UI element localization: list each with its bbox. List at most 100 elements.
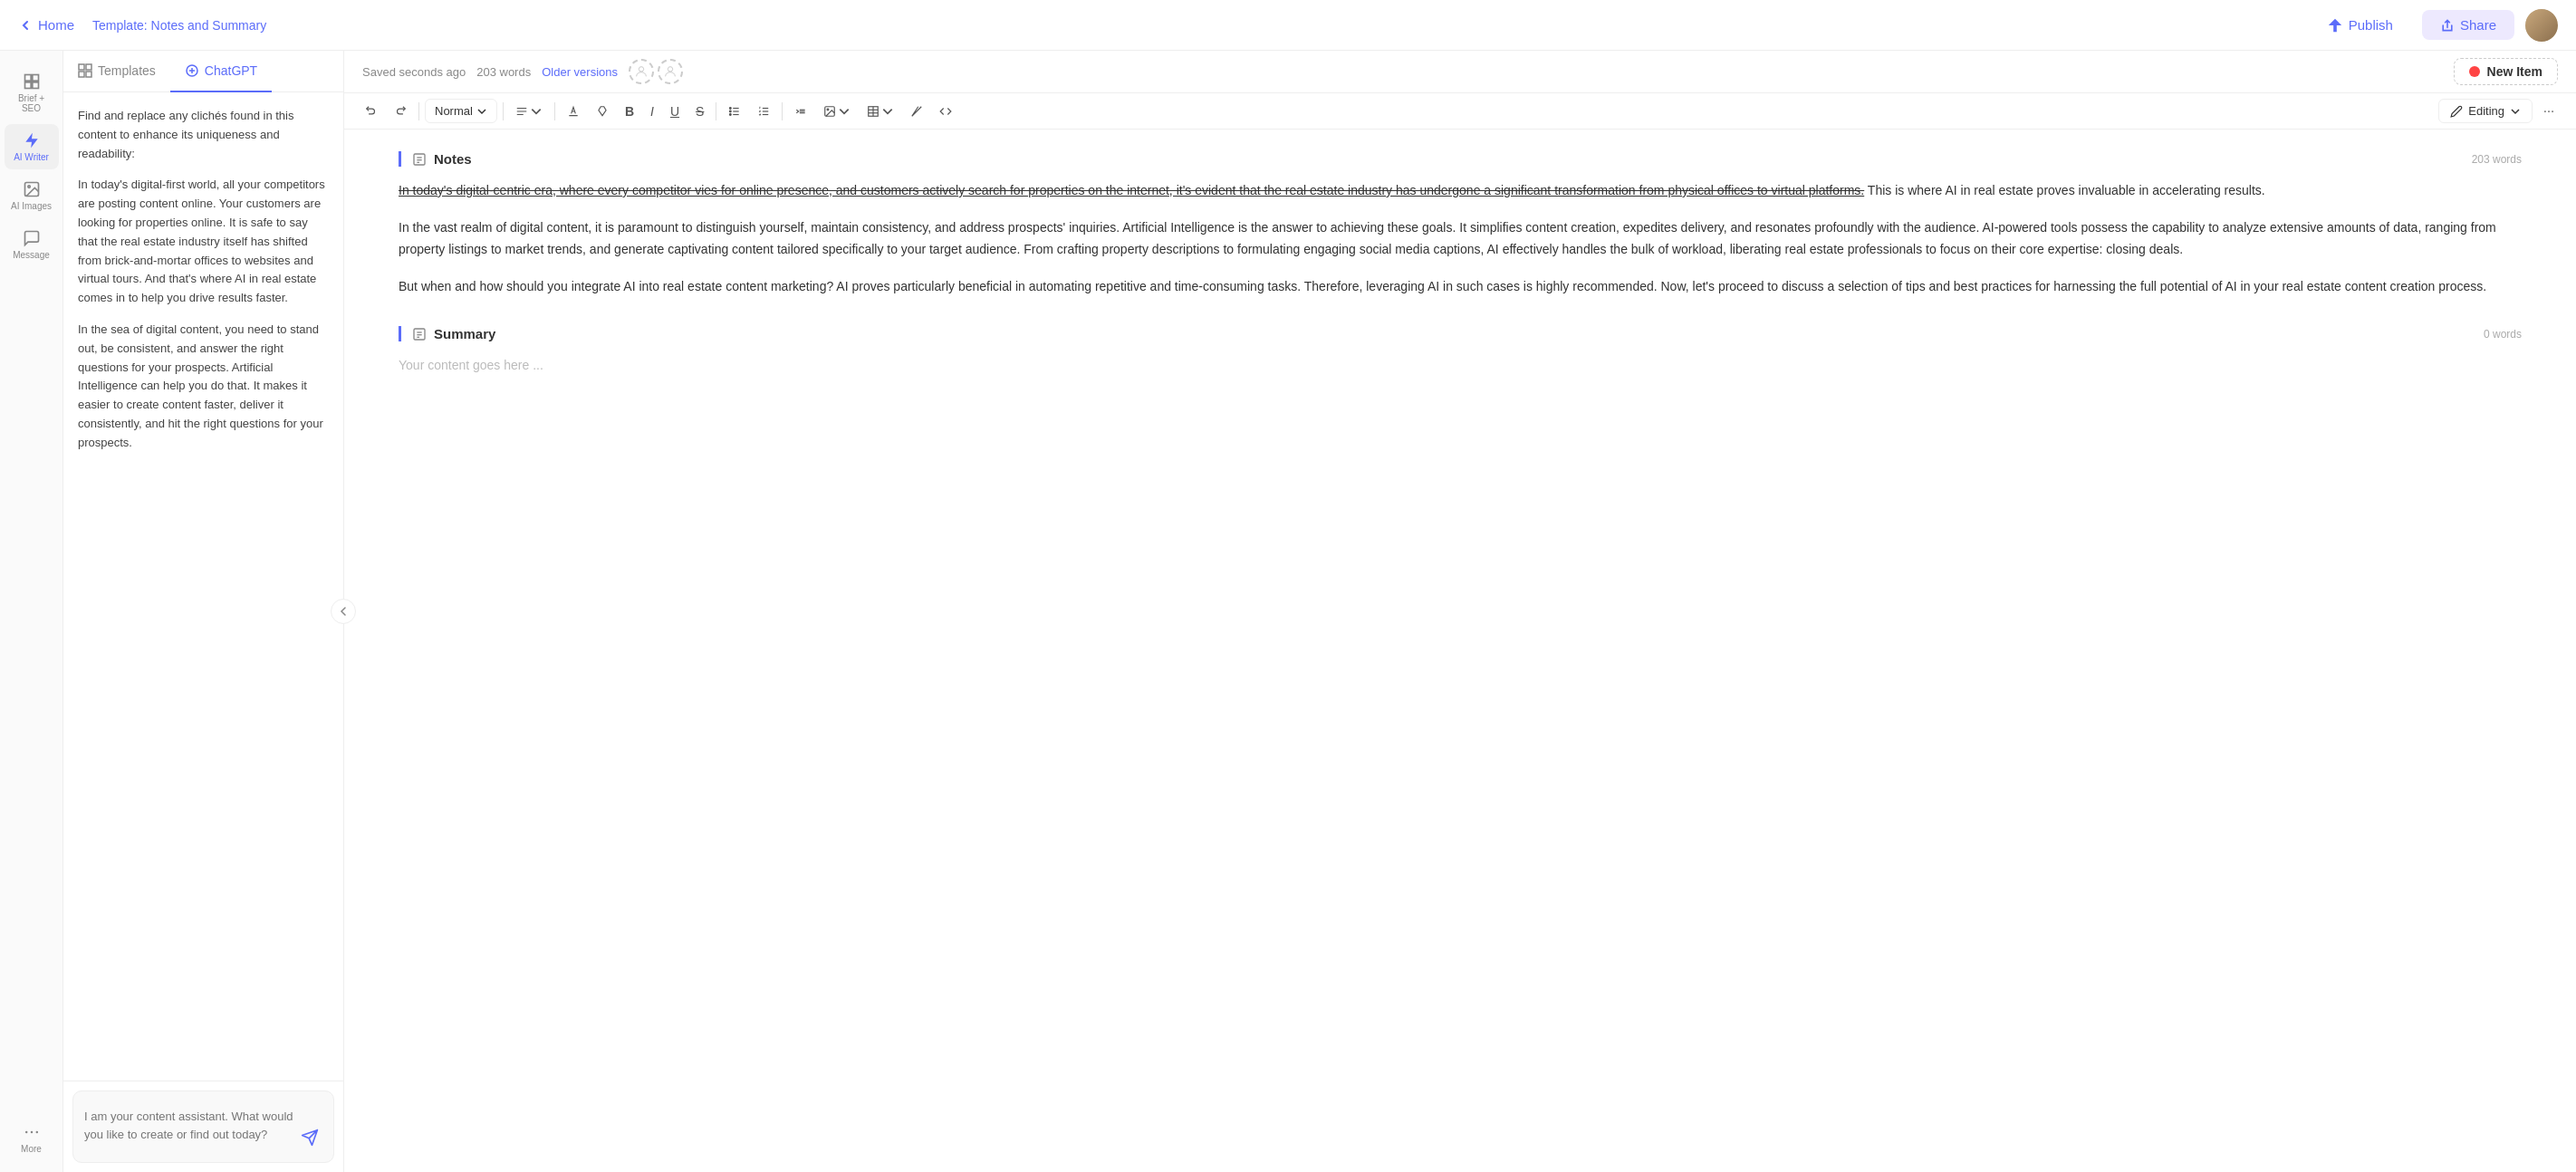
panel-paragraph-2: In the sea of digital content, you need … bbox=[78, 321, 329, 453]
sidebar-item-ai-images[interactable]: AI Images bbox=[5, 173, 59, 218]
share-button[interactable]: Share bbox=[2422, 10, 2514, 40]
notes-paragraph-2[interactable]: But when and how should you integrate AI… bbox=[399, 275, 2522, 298]
topbar-right: Publish Share bbox=[2309, 9, 2558, 42]
editing-mode-selector[interactable]: Editing bbox=[2438, 99, 2533, 123]
summary-placeholder[interactable]: Your content goes here ... bbox=[399, 354, 2522, 377]
template-label: Template: Notes and Summary bbox=[92, 18, 266, 33]
user-ghost-icon bbox=[634, 64, 649, 79]
notes-paragraph-0-normal-text: This is where AI in real estate proves i… bbox=[1868, 183, 2265, 197]
older-versions-link[interactable]: Older versions bbox=[542, 65, 618, 79]
notes-paragraph-0[interactable]: In today's digital-centric era, where ev… bbox=[399, 179, 2522, 202]
sidebar-item-brief-seo[interactable]: Brief + SEO bbox=[5, 65, 59, 120]
panel-collapse-button[interactable] bbox=[331, 599, 356, 624]
panel-paragraph-1: In today's digital-first world, all your… bbox=[78, 176, 329, 308]
sidebar-item-ai-images-label: AI Images bbox=[11, 201, 52, 211]
summary-section: Summary 0 words Your content goes here .… bbox=[399, 326, 2522, 377]
chevron-down-table-icon bbox=[881, 105, 894, 118]
more-options-button[interactable] bbox=[2536, 101, 2562, 122]
more-icon bbox=[23, 1123, 41, 1141]
tab-chatgpt[interactable]: ChatGPT bbox=[170, 51, 272, 92]
tab-templates[interactable]: Templates bbox=[63, 51, 170, 92]
notes-word-count: 203 words bbox=[2472, 153, 2522, 166]
avatar[interactable] bbox=[2525, 9, 2558, 42]
svg-point-31 bbox=[827, 109, 829, 110]
svg-rect-3 bbox=[24, 82, 31, 89]
summary-section-header: Summary 0 words bbox=[399, 326, 2522, 341]
chat-send-button[interactable] bbox=[297, 1125, 322, 1153]
share-icon bbox=[2440, 18, 2455, 33]
main-layout: Brief + SEO AI Writer AI Images Message … bbox=[0, 51, 2576, 1172]
clear-format-icon bbox=[910, 105, 923, 118]
bold-button[interactable]: B bbox=[619, 100, 640, 123]
undo-icon bbox=[365, 105, 378, 118]
code-button[interactable] bbox=[933, 101, 958, 122]
style-selector[interactable]: Normal bbox=[425, 99, 497, 123]
svg-point-36 bbox=[2544, 110, 2546, 112]
svg-point-8 bbox=[24, 1131, 27, 1134]
chat-input-area bbox=[63, 1081, 343, 1172]
highlight-icon bbox=[596, 105, 609, 118]
align-icon bbox=[515, 105, 528, 118]
svg-point-10 bbox=[35, 1131, 38, 1134]
chevron-down-align-icon bbox=[530, 105, 543, 118]
ordered-list-button[interactable] bbox=[751, 101, 776, 122]
lightning-icon bbox=[23, 131, 41, 149]
highlight-button[interactable] bbox=[590, 101, 615, 122]
sidebar-item-more-label: More bbox=[21, 1144, 42, 1154]
image-icon bbox=[23, 180, 41, 198]
notes-paragraph-1[interactable]: In the vast realm of digital content, it… bbox=[399, 216, 2522, 261]
tab-chatgpt-label: ChatGPT bbox=[205, 63, 257, 78]
user-avatar-ghost-1 bbox=[629, 59, 654, 84]
sidebar-item-more[interactable]: More bbox=[5, 1116, 59, 1161]
svg-rect-1 bbox=[24, 75, 31, 82]
divider-5 bbox=[782, 102, 783, 120]
new-item-button[interactable]: New Item bbox=[2454, 58, 2558, 85]
bullet-list-button[interactable] bbox=[722, 101, 747, 122]
formatting-toolbar: Normal B I U S bbox=[344, 93, 2576, 130]
svg-rect-12 bbox=[86, 64, 91, 70]
sidebar-item-ai-writer[interactable]: AI Writer bbox=[5, 124, 59, 169]
sidebar-item-message[interactable]: Message bbox=[5, 222, 59, 267]
chatgpt-icon bbox=[185, 63, 199, 78]
undo-button[interactable] bbox=[359, 101, 384, 122]
home-label: Home bbox=[38, 17, 74, 33]
text-color-icon bbox=[567, 105, 580, 118]
image-button[interactable] bbox=[817, 101, 857, 122]
user-avatars bbox=[629, 59, 683, 84]
divider-1 bbox=[418, 102, 419, 120]
panel-content: Find and replace any clichés found in th… bbox=[63, 92, 343, 1081]
notes-paragraph-0-underline-text: In today's digital-centric era, where ev… bbox=[399, 183, 1864, 197]
publish-icon bbox=[2327, 17, 2343, 34]
user-avatar-ghost-2 bbox=[658, 59, 683, 84]
table-button[interactable] bbox=[860, 101, 900, 122]
svg-point-9 bbox=[30, 1131, 33, 1134]
divider-3 bbox=[554, 102, 555, 120]
svg-point-16 bbox=[639, 67, 643, 72]
user-ghost-icon-2 bbox=[663, 64, 678, 79]
svg-point-17 bbox=[668, 67, 672, 72]
home-link[interactable]: Home bbox=[18, 17, 74, 33]
chat-input[interactable] bbox=[84, 1108, 297, 1153]
editing-pencil-icon bbox=[2450, 105, 2463, 118]
template-name: Notes and Summary bbox=[151, 18, 267, 33]
redo-button[interactable] bbox=[388, 101, 413, 122]
sidebar-item-ai-writer-label: AI Writer bbox=[14, 152, 49, 162]
svg-marker-0 bbox=[2329, 18, 2341, 31]
image-toolbar-icon bbox=[823, 105, 836, 118]
notes-section: Notes 203 words In today's digital-centr… bbox=[399, 151, 2522, 297]
align-button[interactable] bbox=[509, 101, 549, 122]
publish-button[interactable]: Publish bbox=[2309, 10, 2411, 41]
chevron-down-editing-icon bbox=[2510, 106, 2521, 117]
svg-rect-11 bbox=[79, 64, 84, 70]
svg-marker-5 bbox=[25, 133, 37, 149]
chevron-left-icon bbox=[18, 18, 33, 33]
topbar: Home Template: Notes and Summary Publish… bbox=[0, 0, 2576, 51]
send-icon bbox=[301, 1129, 319, 1147]
clear-format-button[interactable] bbox=[904, 101, 929, 122]
text-color-button[interactable] bbox=[561, 101, 586, 122]
underline-button[interactable]: U bbox=[664, 100, 686, 123]
strikethrough-button[interactable]: S bbox=[689, 100, 710, 123]
italic-button[interactable]: I bbox=[644, 100, 660, 123]
indent-button[interactable] bbox=[788, 101, 813, 122]
svg-point-21 bbox=[730, 107, 732, 109]
